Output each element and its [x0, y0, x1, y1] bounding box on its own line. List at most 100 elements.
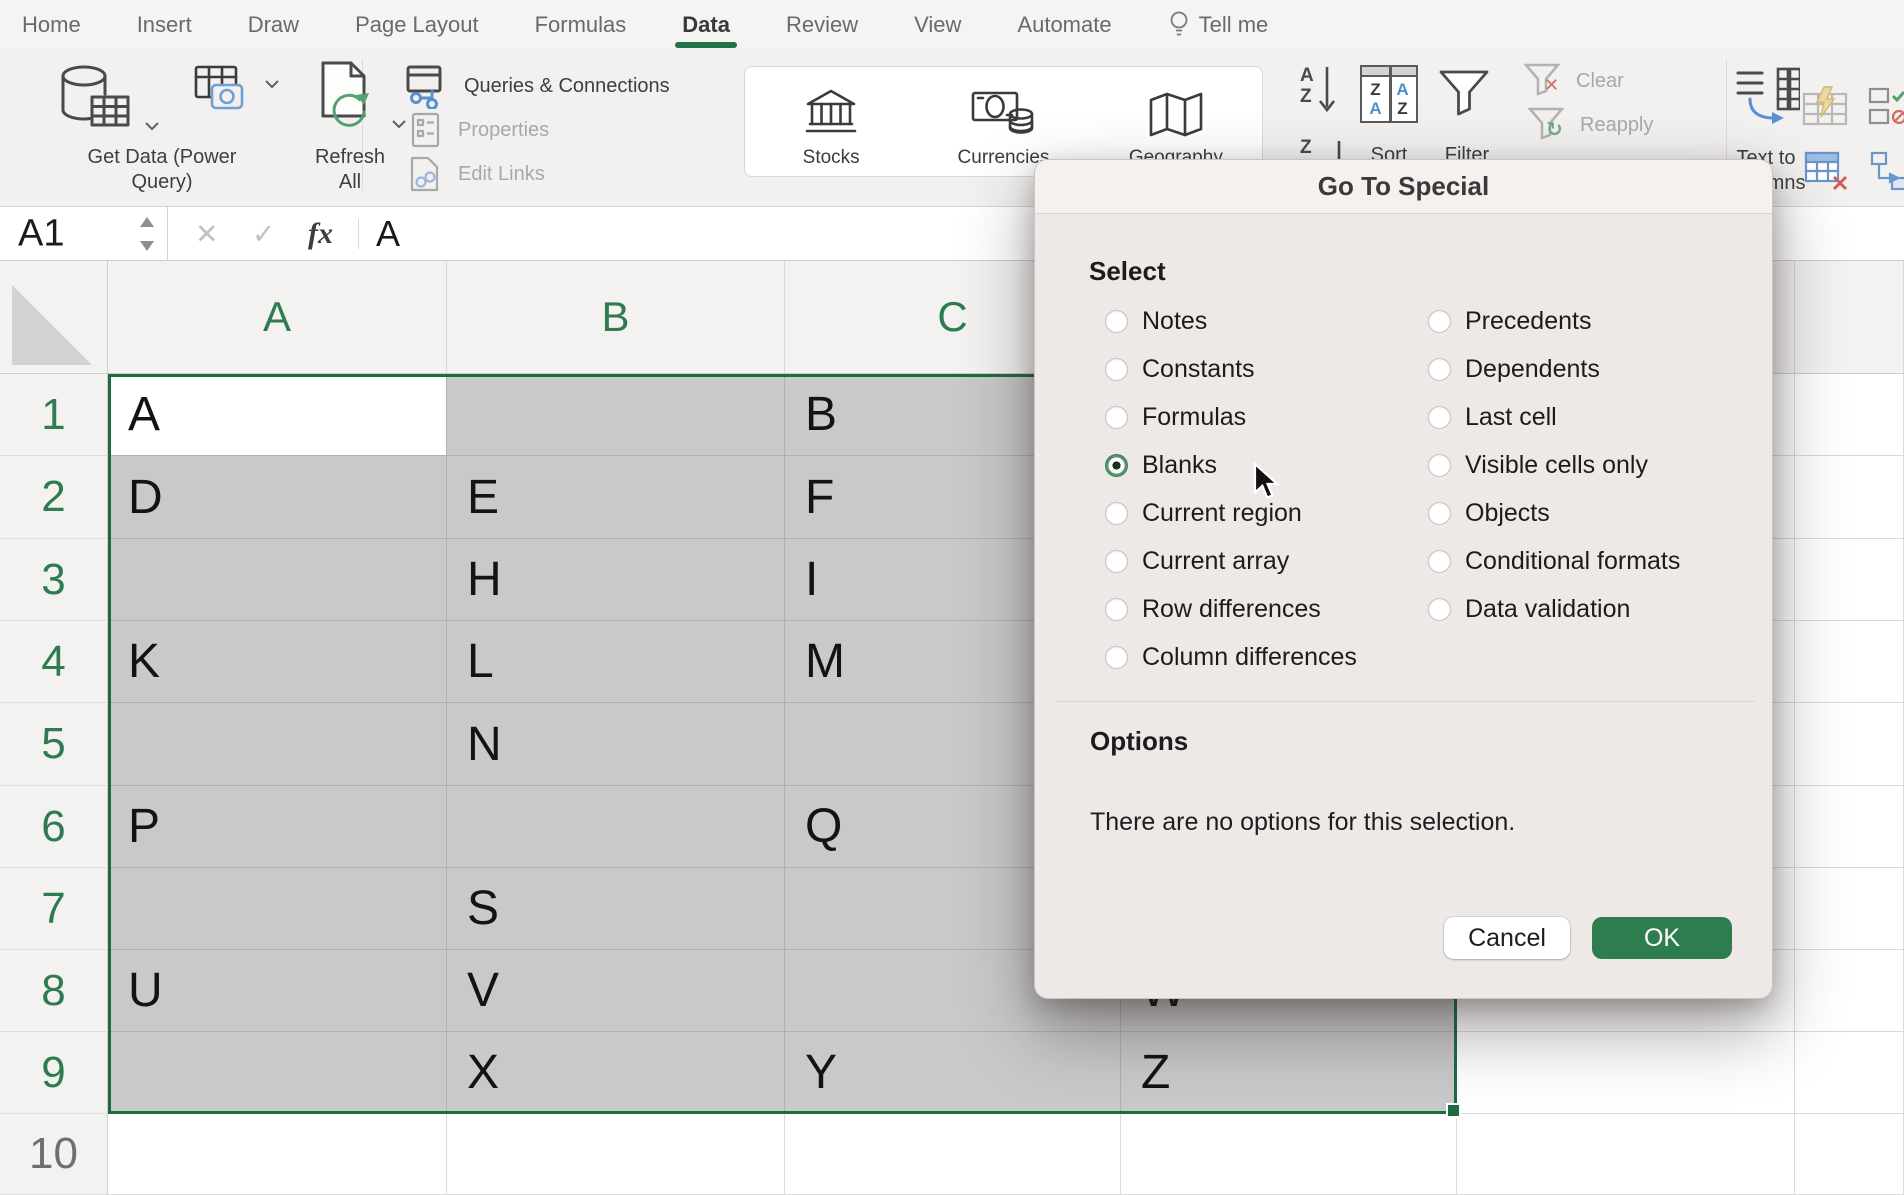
- row-header-5[interactable]: 5: [0, 703, 108, 786]
- cell-F7[interactable]: [1795, 868, 1904, 950]
- name-box[interactable]: A1: [0, 207, 168, 260]
- cell-F1[interactable]: [1795, 374, 1904, 456]
- relationships-icon[interactable]: [1870, 151, 1904, 191]
- cell-A6[interactable]: P: [108, 786, 447, 868]
- radio-icon[interactable]: [1428, 358, 1451, 381]
- row-header-7[interactable]: 7: [0, 868, 108, 950]
- radio-option-current-region[interactable]: Current region: [1105, 489, 1357, 537]
- radio-icon[interactable]: [1428, 310, 1451, 333]
- radio-icon[interactable]: [1105, 502, 1128, 525]
- row-header-1[interactable]: 1: [0, 374, 108, 456]
- menu-item-insert[interactable]: Insert: [137, 0, 192, 49]
- row-header-3[interactable]: 3: [0, 539, 108, 621]
- cell-B2[interactable]: E: [447, 456, 785, 539]
- menu-item-tell-me[interactable]: Tell me: [1168, 0, 1269, 49]
- row-header-6[interactable]: 6: [0, 786, 108, 868]
- radio-option-data-validation[interactable]: Data validation: [1428, 585, 1680, 633]
- cell-F10[interactable]: [1795, 1114, 1904, 1195]
- row-header-10[interactable]: 10: [0, 1114, 108, 1195]
- cancel-x-icon[interactable]: ✕: [195, 217, 218, 250]
- cell-F5[interactable]: [1795, 703, 1904, 786]
- enter-check-icon[interactable]: ✓: [252, 217, 275, 250]
- row-header-9[interactable]: 9: [0, 1032, 108, 1114]
- cell-A8[interactable]: U: [108, 950, 447, 1032]
- radio-option-conditional-formats[interactable]: Conditional formats: [1428, 537, 1680, 585]
- cell-A9[interactable]: [108, 1032, 447, 1114]
- ok-button[interactable]: OK: [1592, 917, 1732, 959]
- radio-option-formulas[interactable]: Formulas: [1105, 393, 1357, 441]
- cell-C9[interactable]: Y: [785, 1032, 1121, 1114]
- cell-A7[interactable]: [108, 868, 447, 950]
- radio-icon[interactable]: [1105, 310, 1128, 333]
- radio-option-column-differences[interactable]: Column differences: [1105, 633, 1357, 681]
- clear-filter-button[interactable]: ✕ Clear: [1524, 63, 1624, 99]
- menu-item-draw[interactable]: Draw: [248, 0, 299, 49]
- radio-option-current-array[interactable]: Current array: [1105, 537, 1357, 585]
- cell-F6[interactable]: [1795, 786, 1904, 868]
- cell-A5[interactable]: [108, 703, 447, 786]
- consolidate-icon[interactable]: [1804, 151, 1848, 191]
- name-box-stepper[interactable]: [139, 215, 155, 253]
- radio-option-notes[interactable]: Notes: [1105, 297, 1357, 345]
- menu-item-automate[interactable]: Automate: [1017, 0, 1111, 49]
- cell-E10[interactable]: [1457, 1114, 1795, 1195]
- sort-descending-button-partial[interactable]: Z: [1300, 137, 1312, 158]
- cell-F4[interactable]: [1795, 621, 1904, 703]
- radio-icon[interactable]: [1428, 598, 1451, 621]
- cell-B10[interactable]: [447, 1114, 785, 1195]
- stepper-down-icon[interactable]: [140, 241, 154, 251]
- menu-item-home[interactable]: Home: [22, 0, 81, 49]
- cell-A1[interactable]: A: [108, 374, 447, 456]
- row-header-2[interactable]: 2: [0, 456, 108, 539]
- cell-B1[interactable]: [447, 374, 785, 456]
- formula-content[interactable]: A: [376, 213, 400, 255]
- radio-option-objects[interactable]: Objects: [1428, 489, 1680, 537]
- radio-option-visible-cells-only[interactable]: Visible cells only: [1428, 441, 1680, 489]
- radio-option-last-cell[interactable]: Last cell: [1428, 393, 1680, 441]
- cell-A2[interactable]: D: [108, 456, 447, 539]
- insert-function-icon[interactable]: fx: [308, 217, 333, 251]
- cell-B6[interactable]: [447, 786, 785, 868]
- column-header-A[interactable]: A: [108, 261, 447, 374]
- radio-icon[interactable]: [1428, 502, 1451, 525]
- cancel-button[interactable]: Cancel: [1444, 917, 1570, 959]
- menu-item-formulas[interactable]: Formulas: [535, 0, 627, 49]
- flash-fill-icon[interactable]: [1802, 85, 1850, 127]
- menu-item-view[interactable]: View: [914, 0, 961, 49]
- reapply-button[interactable]: ↻ Reapply: [1528, 107, 1653, 143]
- stepper-up-icon[interactable]: [140, 217, 154, 227]
- radio-option-dependents[interactable]: Dependents: [1428, 345, 1680, 393]
- cell-B7[interactable]: S: [447, 868, 785, 950]
- sort-button[interactable]: Z A A Z: [1360, 65, 1418, 123]
- menu-item-data[interactable]: Data: [682, 0, 730, 49]
- row-header-8[interactable]: 8: [0, 950, 108, 1032]
- column-header-B[interactable]: B: [447, 261, 785, 374]
- radio-selected-icon[interactable]: [1105, 454, 1128, 477]
- cell-F2[interactable]: [1795, 456, 1904, 539]
- screenshot-table-icon[interactable]: [194, 65, 256, 117]
- cell-D9[interactable]: Z: [1121, 1032, 1457, 1114]
- cell-B4[interactable]: L: [447, 621, 785, 703]
- radio-option-row-differences[interactable]: Row differences: [1105, 585, 1357, 633]
- edit-links-button[interactable]: Edit Links: [408, 155, 545, 193]
- radio-icon[interactable]: [1105, 598, 1128, 621]
- radio-option-precedents[interactable]: Precedents: [1428, 297, 1680, 345]
- cell-C10[interactable]: [785, 1114, 1121, 1195]
- cell-B9[interactable]: X: [447, 1032, 785, 1114]
- cell-B3[interactable]: H: [447, 539, 785, 621]
- row-header-4[interactable]: 4: [0, 621, 108, 703]
- refresh-all-button[interactable]: Refresh All: [295, 59, 415, 199]
- cell-A10[interactable]: [108, 1114, 447, 1195]
- cell-F8[interactable]: [1795, 950, 1904, 1032]
- cell-E9[interactable]: [1457, 1032, 1795, 1114]
- cell-F9[interactable]: [1795, 1032, 1904, 1114]
- radio-option-constants[interactable]: Constants: [1105, 345, 1357, 393]
- cell-D10[interactable]: [1121, 1114, 1457, 1195]
- radio-icon[interactable]: [1428, 550, 1451, 573]
- column-header-6[interactable]: [1795, 261, 1904, 374]
- menu-item-review[interactable]: Review: [786, 0, 858, 49]
- radio-icon[interactable]: [1105, 550, 1128, 573]
- cell-A4[interactable]: K: [108, 621, 447, 703]
- sort-ascending-button[interactable]: A Z: [1300, 65, 1336, 115]
- cell-F3[interactable]: [1795, 539, 1904, 621]
